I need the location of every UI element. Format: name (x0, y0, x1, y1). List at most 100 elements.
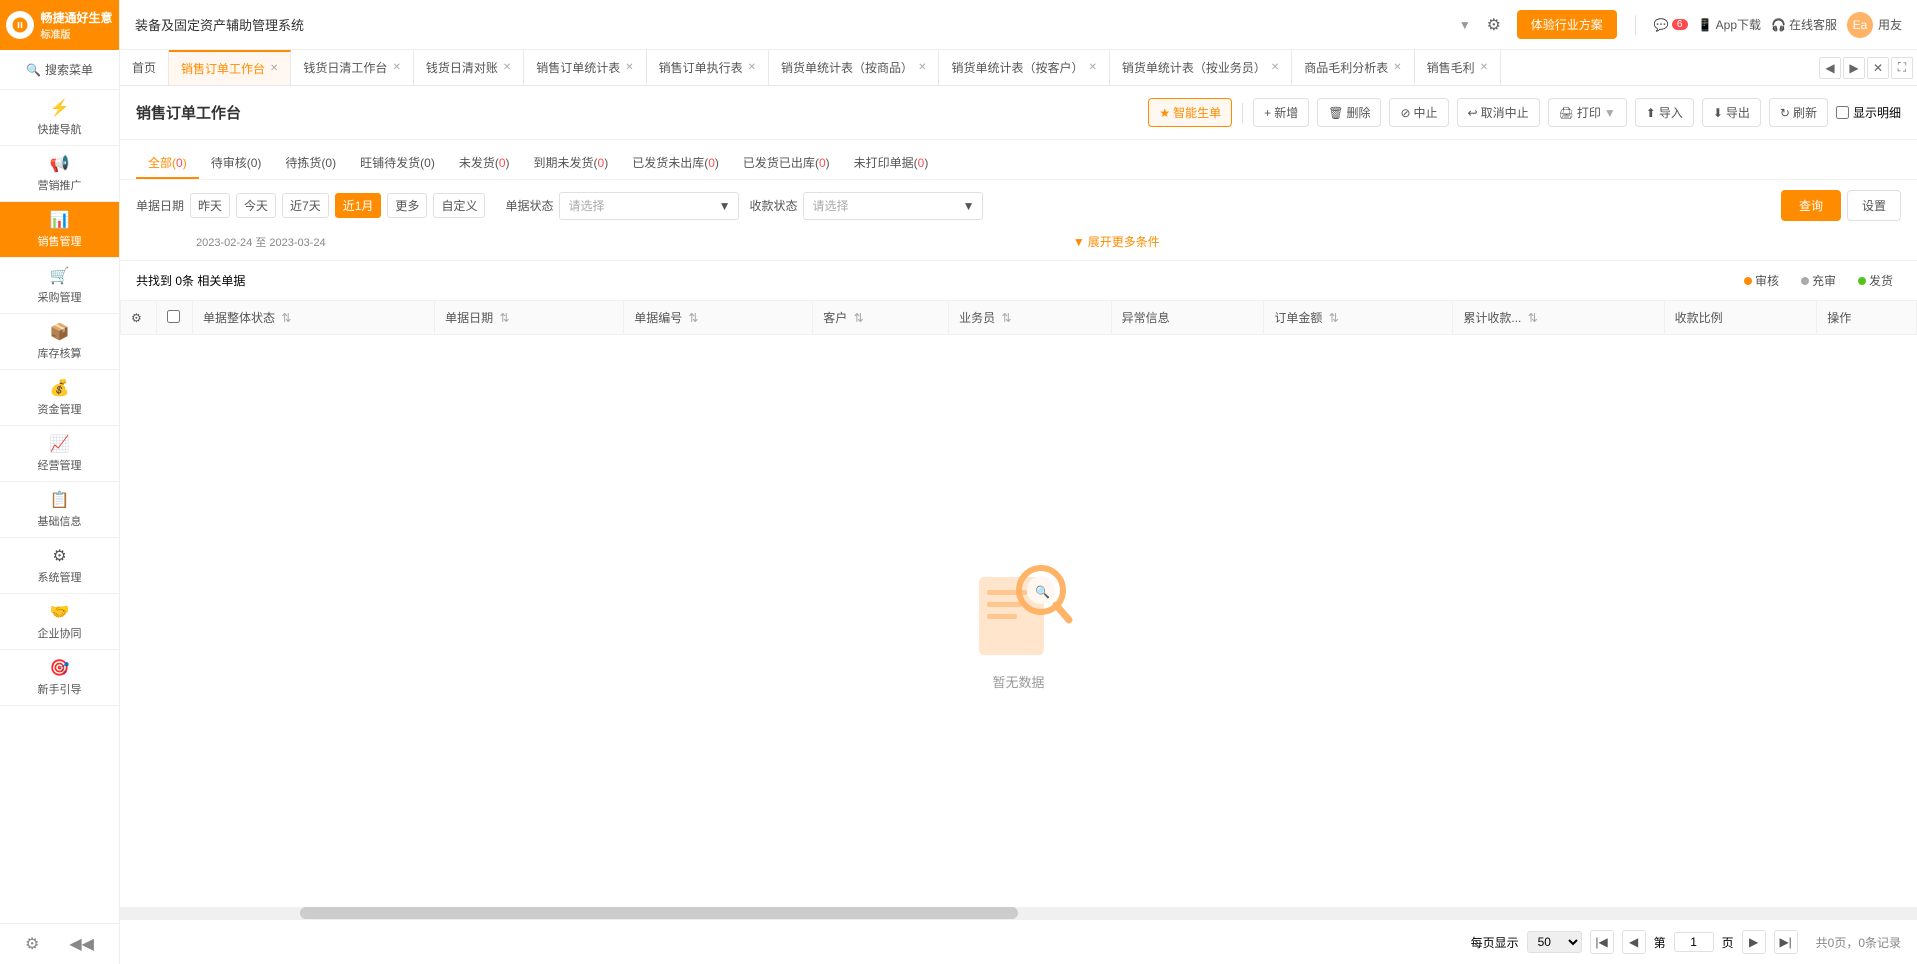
tab-order-exec[interactable]: 销售订单执行表 ✕ (647, 50, 769, 86)
tab-close-sales-order[interactable]: ✕ (270, 63, 278, 74)
last-page-btn[interactable]: ▶| (1774, 930, 1798, 954)
col-amount[interactable]: 订单金额 ⇅ (1264, 301, 1453, 335)
tab-home[interactable]: 首页 (120, 50, 169, 86)
sort-customer[interactable]: ⇅ (854, 311, 864, 325)
print-button[interactable]: 🖨 打印 ▼ (1548, 98, 1627, 127)
tab-close-sales-profit[interactable]: ✕ (1480, 62, 1488, 73)
sort-date[interactable]: ⇅ (500, 311, 510, 325)
tab-close-daily-clear[interactable]: ✕ (392, 62, 400, 73)
sub-tab-shipped-no-out[interactable]: 已发货未出库(0) (620, 148, 731, 179)
dropdown-arrow[interactable]: ▼ (1459, 18, 1471, 32)
import-button[interactable]: ⬆ 导入 (1635, 98, 1694, 127)
show-detail-checkbox[interactable] (1836, 106, 1849, 119)
tab-profit-stat[interactable]: 商品毛利分析表 ✕ (1292, 50, 1414, 86)
message-icon-area[interactable]: 💬 6 (1654, 18, 1688, 32)
sidebar-item-shortcut[interactable]: ⚡ 快捷导航 (0, 90, 119, 146)
show-detail-checkbox-area[interactable]: 显示明细 (1836, 104, 1901, 121)
sort-amount[interactable]: ⇅ (1329, 311, 1339, 325)
tab-close-reconcile[interactable]: ✕ (503, 62, 511, 73)
horizontal-scrollbar[interactable] (120, 907, 1917, 919)
sub-tab-wangpu[interactable]: 旺铺待发货(0) (348, 148, 447, 179)
add-button[interactable]: + 新增 (1253, 98, 1309, 127)
sidebar-item-guide[interactable]: 🎯 新手引导 (0, 650, 119, 706)
query-button[interactable]: 查询 (1781, 190, 1841, 221)
status-select[interactable]: 请选择 ▼ (559, 192, 739, 220)
user-area[interactable]: Ea 用友 (1847, 12, 1902, 38)
tab-scroll-left[interactable]: ◀ (1819, 57, 1841, 79)
tab-close-all[interactable]: ✕ (1867, 57, 1889, 79)
audit-button[interactable]: 审核 (1736, 269, 1787, 292)
sub-tab-unprinted[interactable]: 未打印单据(0) (842, 148, 941, 179)
date-btn-custom[interactable]: 自定义 (433, 193, 485, 218)
date-btn-more[interactable]: 更多 (387, 193, 427, 218)
gear-icon[interactable]: ⚙ (1481, 12, 1507, 38)
first-page-btn[interactable]: |◀ (1590, 930, 1614, 954)
tab-customer-stat[interactable]: 销货单统计表（按客户） ✕ (939, 50, 1109, 86)
date-btn-today[interactable]: 今天 (236, 193, 276, 218)
tab-close-customer-stat[interactable]: ✕ (1088, 62, 1096, 73)
sidebar-item-basic[interactable]: 📋 基础信息 (0, 482, 119, 538)
col-date[interactable]: 单据日期 ⇅ (435, 301, 624, 335)
prev-page-btn[interactable]: ◀ (1622, 930, 1646, 954)
next-page-btn[interactable]: ▶ (1742, 930, 1766, 954)
tab-maximize[interactable]: ⛶ (1891, 57, 1913, 79)
sidebar-item-purchase[interactable]: 🛒 采购管理 (0, 258, 119, 314)
export-button[interactable]: ⬇ 导出 (1702, 98, 1761, 127)
sort-number[interactable]: ⇅ (689, 311, 699, 325)
tab-close-order-stat[interactable]: ✕ (625, 62, 633, 73)
tab-reconcile[interactable]: 钱货日清对账 ✕ (414, 50, 524, 86)
tab-close-goods-stat[interactable]: ✕ (918, 62, 926, 73)
sort-salesman[interactable]: ⇅ (1002, 311, 1012, 325)
sub-tab-unshipped[interactable]: 未发货(0) (447, 148, 522, 179)
set-button[interactable]: 设置 (1847, 190, 1901, 221)
sidebar-item-cooperation[interactable]: 🤝 企业协同 (0, 594, 119, 650)
refresh-button[interactable]: ↻ 刷新 (1769, 98, 1828, 127)
tab-close-profit-stat[interactable]: ✕ (1393, 62, 1401, 73)
tab-scroll-right[interactable]: ▶ (1843, 57, 1865, 79)
col-settings[interactable]: ⚙ (121, 301, 157, 335)
tab-goods-stat[interactable]: 销货单统计表（按商品） ✕ (769, 50, 939, 86)
tab-salesman-stat[interactable]: 销货单统计表（按业务员） ✕ (1110, 50, 1292, 86)
online-service-area[interactable]: 🎧 在线客服 (1771, 16, 1837, 33)
industry-solution-button[interactable]: 体验行业方案 (1517, 10, 1617, 39)
sort-status[interactable]: ⇅ (281, 311, 291, 325)
app-download-area[interactable]: 📱 App下载 (1698, 16, 1761, 33)
sidebar-item-sales[interactable]: 📊 销售管理 (0, 202, 119, 258)
select-all-checkbox[interactable] (167, 310, 180, 323)
tab-daily-clear[interactable]: 钱货日清工作台 ✕ (291, 50, 413, 86)
tab-order-stat[interactable]: 销售订单统计表 ✕ (524, 50, 646, 86)
settings-bottom-icon[interactable]: ⚙ (25, 934, 39, 954)
date-btn-yesterday[interactable]: 昨天 (190, 193, 230, 218)
per-page-select[interactable]: 50 100 200 (1527, 931, 1582, 953)
sub-tab-pick[interactable]: 待拣货(0) (273, 148, 348, 179)
sub-tab-all[interactable]: 全部(0) (136, 148, 199, 179)
payment-select[interactable]: 请选择 ▼ (803, 192, 983, 220)
smart-create-button[interactable]: ★ 智能生单 (1148, 98, 1232, 127)
col-checkbox[interactable] (157, 301, 193, 335)
tab-close-order-exec[interactable]: ✕ (748, 62, 756, 73)
sidebar-search[interactable]: 🔍 搜索菜单 (0, 50, 119, 90)
collapse-icon[interactable]: ◀◀ (69, 934, 94, 954)
scrollbar-thumb[interactable] (300, 907, 1019, 919)
delete-button[interactable]: 🗑 删除 (1317, 98, 1381, 127)
stop-button[interactable]: ⊘ 中止 (1389, 98, 1448, 127)
col-status[interactable]: 单据整体状态 ⇅ (193, 301, 435, 335)
tab-sales-order[interactable]: 销售订单工作台 ✕ (169, 50, 291, 86)
col-collected[interactable]: 累计收款... ⇅ (1453, 301, 1664, 335)
sort-collected[interactable]: ⇅ (1528, 311, 1538, 325)
expand-filter-button[interactable]: ▼ 展开更多条件 (1073, 233, 1160, 250)
sidebar-item-system[interactable]: ⚙ 系统管理 (0, 538, 119, 594)
col-salesman[interactable]: 业务员 ⇅ (949, 301, 1111, 335)
tab-sales-profit[interactable]: 销售毛利 ✕ (1415, 50, 1501, 86)
cancel-stop-button[interactable]: ↩ 取消中止 (1457, 98, 1540, 127)
sub-tab-pending[interactable]: 待审核(0) (199, 148, 274, 179)
sidebar-item-operation[interactable]: 📈 经营管理 (0, 426, 119, 482)
sidebar-item-inventory[interactable]: 📦 库存核算 (0, 314, 119, 370)
cancel-audit-button[interactable]: 充审 (1793, 269, 1844, 292)
col-number[interactable]: 单据编号 ⇅ (624, 301, 813, 335)
page-number-input[interactable] (1674, 932, 1714, 952)
sub-tab-shipped-out[interactable]: 已发货已出库(0) (731, 148, 842, 179)
col-customer[interactable]: 客户 ⇅ (813, 301, 949, 335)
tab-close-salesman-stat[interactable]: ✕ (1271, 62, 1279, 73)
sidebar-item-finance[interactable]: 💰 资金管理 (0, 370, 119, 426)
